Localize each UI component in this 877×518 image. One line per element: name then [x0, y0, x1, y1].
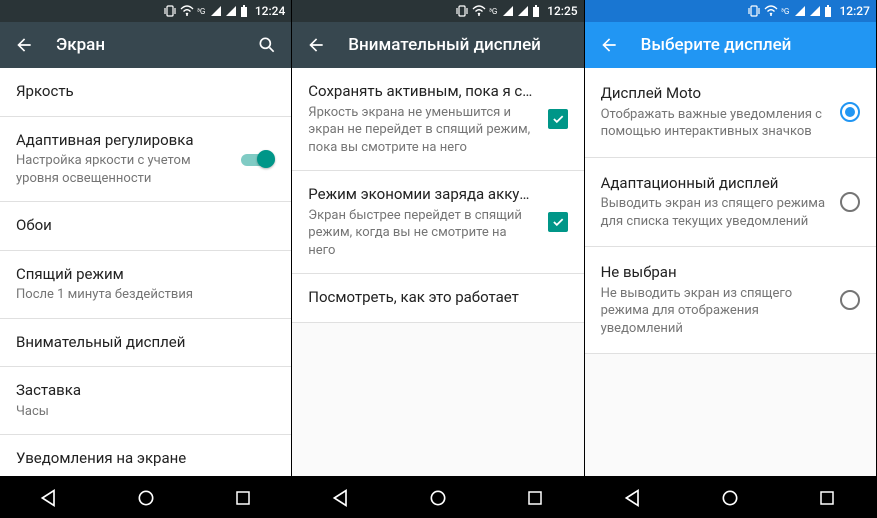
status-time: 12:25 — [547, 4, 577, 18]
status-time: 12:27 — [839, 4, 869, 18]
data-icon: ³G — [197, 6, 207, 16]
svg-text:³G: ³G — [781, 7, 789, 16]
row-none[interactable]: Не выбран Не выводить экран из спящего р… — [585, 247, 876, 354]
row-attentive-display[interactable]: Внимательный дисплей — [0, 319, 291, 368]
app-bar: Экран — [0, 22, 291, 68]
page-title: Внимательный дисплей — [348, 35, 571, 55]
row-wallpaper[interactable]: Обои — [0, 202, 291, 251]
page-title: Экран — [56, 35, 235, 55]
radio-adaptive[interactable] — [840, 192, 860, 212]
screen-display-settings: ³G 12:24 Экран Яркость Адаптивная регули… — [0, 0, 292, 518]
nav-home-icon[interactable] — [426, 486, 450, 510]
row-adaptive-brightness[interactable]: Адаптивная регулировка Настройка яркости… — [0, 117, 291, 203]
row-label: Обои — [16, 216, 275, 236]
settings-list: Сохранять активным, пока я смотрю Яркост… — [292, 68, 583, 476]
wifi-icon — [180, 5, 194, 17]
wifi-icon — [472, 5, 486, 17]
row-sub: Отображать важные уведомления с помощью … — [601, 106, 828, 141]
row-label: Яркость — [16, 82, 275, 102]
row-label: Спящий режим — [16, 265, 275, 285]
search-icon[interactable] — [255, 33, 279, 57]
battery-icon — [532, 5, 540, 17]
vibrate-icon — [455, 5, 469, 17]
row-see-how[interactable]: Посмотреть, как это работает — [292, 274, 583, 323]
row-lock-notifications[interactable]: Уведомления на экране — [0, 435, 291, 476]
data-icon: ³G — [781, 6, 791, 16]
nav-recent-icon[interactable] — [815, 486, 839, 510]
page-title: Выберите дисплей — [641, 35, 864, 55]
row-label: Заставка — [16, 381, 275, 401]
battery-icon — [240, 5, 248, 17]
row-battery-saver[interactable]: Режим экономии заряда аккумулят.. Экран … — [292, 171, 583, 274]
row-label: Адаптационный дисплей — [601, 174, 828, 194]
row-sub: Экран быстрее перейдет в спящий режим, к… — [308, 207, 535, 260]
radio-list: Дисплей Moto Отображать важные уведомлен… — [585, 68, 876, 476]
battery-icon — [824, 5, 832, 17]
switch-adaptive[interactable] — [241, 150, 275, 168]
row-sub: После 1 минута бездействия — [16, 286, 275, 304]
nav-bar — [292, 476, 583, 518]
row-label: Уведомления на экране — [16, 449, 275, 469]
nav-bar — [0, 476, 291, 518]
row-sub: Выводить экран из спящего режима для спи… — [601, 195, 828, 230]
row-sub: Не выводить экран из спящего режима для … — [601, 285, 828, 338]
row-adaptive-display[interactable]: Адаптационный дисплей Выводить экран из … — [585, 158, 876, 248]
row-brightness[interactable]: Яркость — [0, 68, 291, 117]
signal-icon — [794, 5, 806, 17]
status-bar: ³G 12:27 — [585, 0, 876, 22]
status-time: 12:24 — [255, 4, 285, 18]
row-label: Не выбран — [601, 263, 828, 283]
row-label: Внимательный дисплей — [16, 333, 275, 353]
nav-home-icon[interactable] — [134, 486, 158, 510]
checkbox-battery-saver[interactable] — [548, 212, 568, 232]
app-bar: Выберите дисплей — [585, 22, 876, 68]
data-icon: ³G — [489, 6, 499, 16]
row-label: Сохранять активным, пока я смотрю — [308, 82, 535, 102]
vibrate-icon — [747, 5, 761, 17]
row-label: Режим экономии заряда аккумулят.. — [308, 185, 535, 205]
screen-choose-display: ³G 12:27 Выберите дисплей Дисплей Moto О… — [585, 0, 877, 518]
signal-icon-2 — [809, 5, 821, 17]
row-moto-display[interactable]: Дисплей Moto Отображать важные уведомлен… — [585, 68, 876, 158]
nav-recent-icon[interactable] — [231, 486, 255, 510]
svg-text:³G: ³G — [197, 7, 205, 16]
screen-attentive-display: ³G 12:25 Внимательный дисплей Сохранять … — [292, 0, 584, 518]
nav-home-icon[interactable] — [718, 486, 742, 510]
back-icon[interactable] — [304, 33, 328, 57]
row-sub: Настройка яркости с учетом уровня освеще… — [16, 152, 229, 187]
row-sub: Яркость экрана не уменьшится и экран не … — [308, 104, 535, 157]
radio-none[interactable] — [840, 290, 860, 310]
status-bar: ³G 12:24 — [0, 0, 291, 22]
radio-moto[interactable] — [840, 102, 860, 122]
nav-bar — [585, 476, 876, 518]
row-label: Адаптивная регулировка — [16, 131, 229, 151]
settings-list: Яркость Адаптивная регулировка Настройка… — [0, 68, 291, 476]
row-sleep[interactable]: Спящий режим После 1 минута бездействия — [0, 251, 291, 319]
signal-icon — [210, 5, 222, 17]
signal-icon-2 — [517, 5, 529, 17]
row-label: Посмотреть, как это работает — [308, 288, 567, 308]
nav-recent-icon[interactable] — [523, 486, 547, 510]
nav-back-icon[interactable] — [329, 486, 353, 510]
vibrate-icon — [163, 5, 177, 17]
svg-text:³G: ³G — [489, 7, 497, 16]
wifi-icon — [764, 5, 778, 17]
nav-back-icon[interactable] — [37, 486, 61, 510]
row-daydream[interactable]: Заставка Часы — [0, 367, 291, 435]
nav-back-icon[interactable] — [621, 486, 645, 510]
row-sub: Часы — [16, 403, 275, 421]
status-bar: ³G 12:25 — [292, 0, 583, 22]
back-icon[interactable] — [12, 33, 36, 57]
row-label: Дисплей Moto — [601, 84, 828, 104]
signal-icon — [502, 5, 514, 17]
signal-icon-2 — [225, 5, 237, 17]
row-stay-active[interactable]: Сохранять активным, пока я смотрю Яркост… — [292, 68, 583, 171]
checkbox-stay-active[interactable] — [548, 109, 568, 129]
app-bar: Внимательный дисплей — [292, 22, 583, 68]
back-icon[interactable] — [597, 33, 621, 57]
